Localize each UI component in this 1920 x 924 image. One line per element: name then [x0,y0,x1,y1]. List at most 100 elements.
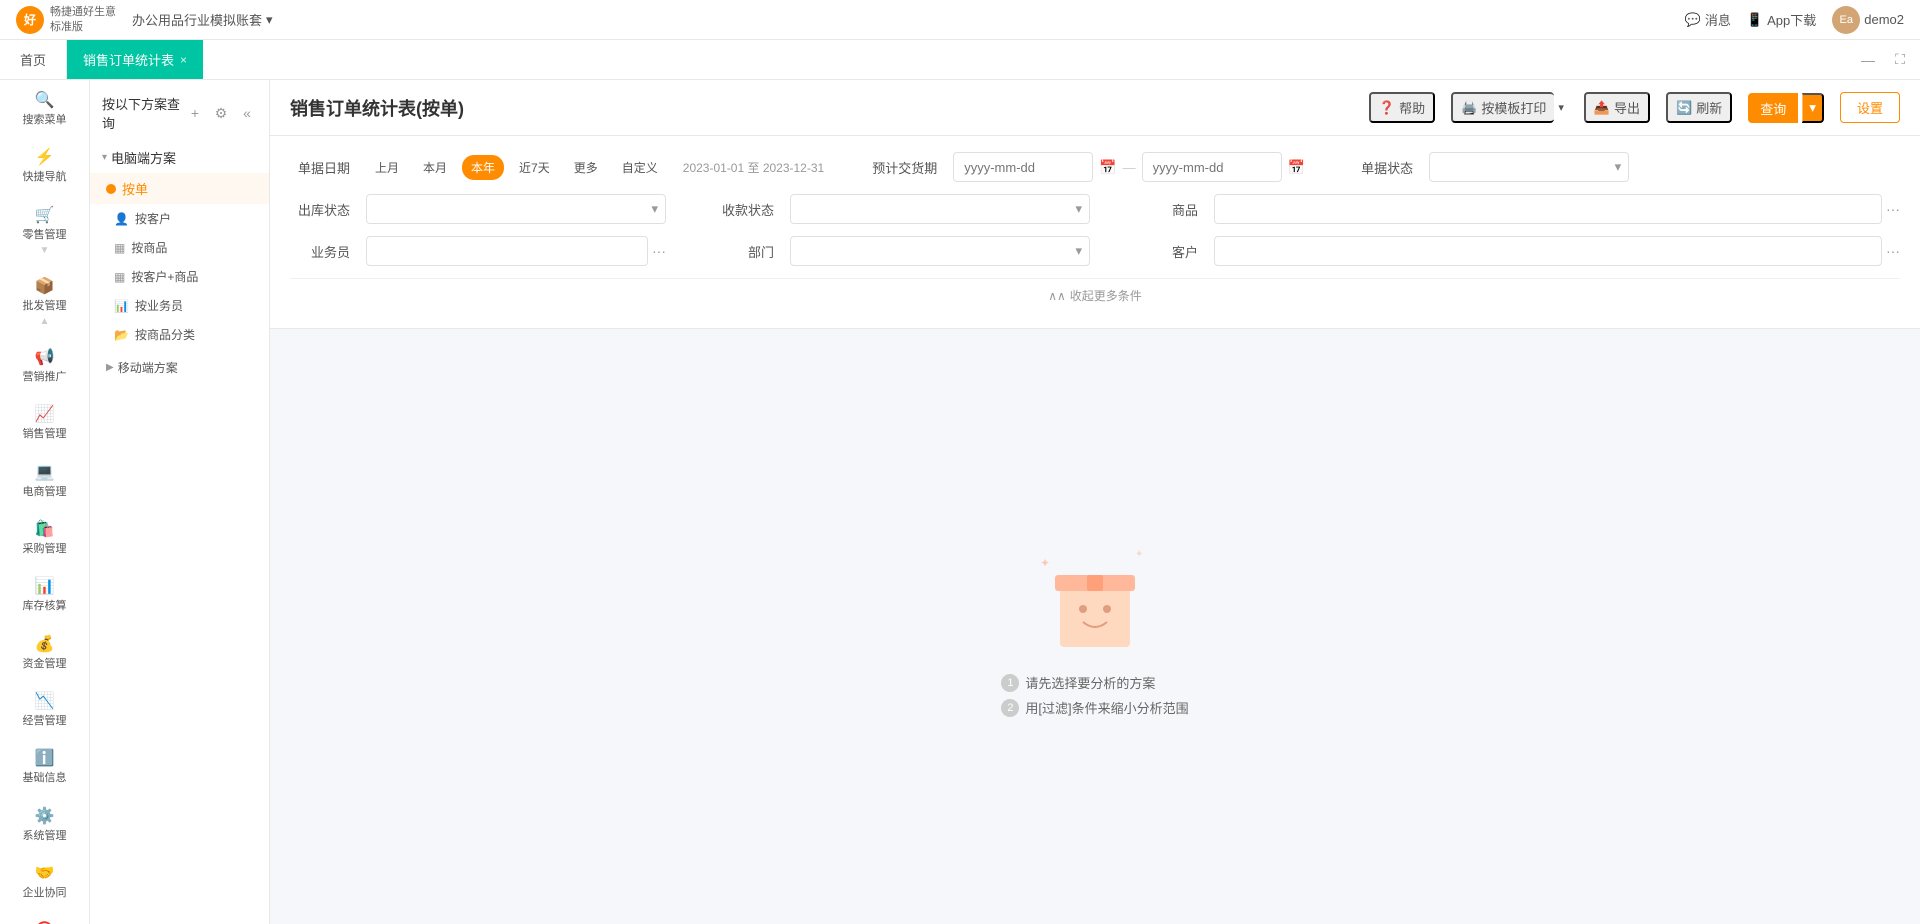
help-icon: ❓ [1379,100,1395,116]
expected-date-end-input[interactable] [1142,152,1282,182]
calendar-end-icon[interactable]: 📅 [1288,159,1305,176]
scheme-item-by-customer-product[interactable]: ▦ 按客户+商品 [90,262,269,291]
ecommerce-icon: 💻 [35,462,55,482]
maximize-icon[interactable]: ⛶ [1888,48,1912,72]
page-header: 销售订单统计表(按单) ❓ 帮助 🖨️ 按模板打印 ▾ [270,80,1920,136]
scheme-item-by-order[interactable]: 按单 [90,173,269,204]
sidebar-item-operations[interactable]: 📉 经营管理 [0,681,89,738]
message-button[interactable]: 💬 消息 [1685,10,1731,29]
scheme-item-by-category[interactable]: 📂 按商品分类 [90,320,269,349]
purchase-icon: 🛍️ [35,519,55,539]
sidebar-item-search-menu[interactable]: 🔍 搜索菜单 [0,80,89,137]
help-button[interactable]: ❓ 帮助 [1369,92,1435,123]
settings-button[interactable]: 设置 [1840,92,1900,123]
tab-bar-right: — ⛶ [1848,40,1920,79]
empty-svg: ✦ ✦ ✦ [1035,537,1155,657]
date-quick-buttons: 上月 本月 本年 近7天 更多 自定义 [366,155,667,180]
sidebar-item-wholesale[interactable]: 📦 批发管理 ▲ [0,266,89,337]
minimize-icon[interactable]: — [1856,48,1880,72]
scheme-item-by-customer[interactable]: 👤 按客户 [90,204,269,233]
avatar: Ea [1832,6,1860,34]
sidebar-item-basic-info[interactable]: ℹ️ 基础信息 [0,738,89,795]
empty-illustration: ✦ ✦ ✦ [1035,537,1155,657]
sidebar-item-finance[interactable]: 💰 资金管理 [0,624,89,681]
payment-status-wrapper [790,194,1090,224]
expected-date-range: 📅 — 📅 [953,152,1305,182]
delivery-status-select[interactable] [366,194,666,224]
page-title-row: 销售订单统计表(按单) ❓ 帮助 🖨️ 按模板打印 ▾ [290,92,1900,123]
tab-home[interactable]: 首页 [0,40,67,79]
user-profile[interactable]: Ea demo2 [1832,6,1904,34]
empty-state: ✦ ✦ ✦ 1 请先选择要分析的方案 2 用[过滤]条件来缩小分析范围 [270,329,1920,924]
export-button[interactable]: 📤 导出 [1584,92,1650,123]
filter-row-2: 出库状态 收款状态 商品 ··· [290,194,1900,224]
query-button[interactable]: 查询 [1748,93,1798,123]
calendar-start-icon[interactable]: 📅 [1099,159,1116,176]
right-main: 销售订单统计表(按单) ❓ 帮助 🖨️ 按模板打印 ▾ [270,80,1920,924]
date-btn-last-7-days[interactable]: 近7天 [510,155,559,180]
date-btn-more[interactable]: 更多 [565,155,607,180]
customer-more-icon[interactable]: ··· [1886,243,1900,259]
pc-scheme-header[interactable]: ▾ 电脑端方案 [90,142,269,173]
scheme-item-by-salesperson[interactable]: 📊 按业务员 [90,291,269,320]
filter-row-1: 单据日期 上月 本月 本年 近7天 更多 自定义 2023-01-01 至 20… [290,152,1900,182]
product-icon: ▦ [114,241,125,255]
page-actions: ❓ 帮助 🖨️ 按模板打印 ▾ 📤 导出 [1369,92,1900,123]
collapse-bar[interactable]: ∧∧ 收起更多条件 [290,278,1900,312]
scheme-settings-button[interactable]: ⚙ [211,103,231,123]
tab-bar: 首页 销售订单统计表 × — ⛶ [0,40,1920,80]
payment-status-select[interactable] [790,194,1090,224]
app-download-button[interactable]: 📱 App下载 [1747,10,1816,29]
print-button-group: 🖨️ 按模板打印 ▾ [1451,92,1568,123]
customer-input[interactable] [1214,236,1882,266]
filter-area: 单据日期 上月 本月 本年 近7天 更多 自定义 2023-01-01 至 20… [270,136,1920,329]
date-btn-this-month[interactable]: 本月 [414,155,456,180]
date-range-text: 2023-01-01 至 2023-12-31 [683,159,824,176]
date-btn-this-year[interactable]: 本年 [462,155,504,180]
delivery-status-wrapper [366,194,666,224]
chevron-down-icon: ▾ [266,12,273,28]
print-button[interactable]: 🖨️ 按模板打印 [1451,92,1554,123]
department-select[interactable] [790,236,1090,266]
marketing-icon: 📢 [35,347,55,367]
date-label: 单据日期 [290,158,350,177]
collapse-panel-button[interactable]: « [237,103,257,123]
close-tab-icon[interactable]: × [180,53,187,67]
scheme-item-by-product[interactable]: ▦ 按商品 [90,233,269,262]
query-dropdown-button[interactable]: ▾ [1802,93,1824,123]
print-icon: 🖨️ [1461,100,1477,116]
logo-area: 好 畅捷通好生意 标准版 [16,5,116,34]
sidebar-item-purchase[interactable]: 🛍️ 采购管理 [0,509,89,566]
date-btn-last-month[interactable]: 上月 [366,155,408,180]
sidebar-item-inventory[interactable]: 📊 库存核算 [0,566,89,623]
expected-date-start-input[interactable] [953,152,1093,182]
inventory-icon: 📊 [35,576,55,596]
tab-sales-order-stats[interactable]: 销售订单统计表 × [67,40,203,79]
collapse-bar-text: ∧∧ 收起更多条件 [1048,287,1142,304]
refresh-button[interactable]: 🔄 刷新 [1666,92,1732,123]
sidebar-item-system[interactable]: ⚙️ 系统管理 [0,796,89,853]
sidebar-item-newcomer[interactable]: 🎯 新手引导 [0,910,89,924]
mobile-scheme-header[interactable]: ▶ 移动端方案 [90,353,269,382]
newcomer-icon: 🎯 [35,920,55,924]
logo-text: 畅捷通好生意 标准版 [50,5,116,34]
add-scheme-button[interactable]: + [185,103,205,123]
svg-text:✦: ✦ [1135,549,1143,560]
sidebar-item-retail[interactable]: 🛒 零售管理 ▼ [0,195,89,266]
customer-input-area: ··· [1214,236,1900,266]
status-select[interactable] [1429,152,1629,182]
sidebar-item-cooperation[interactable]: 🤝 企业协同 [0,853,89,910]
salesperson-more-icon[interactable]: ··· [652,243,666,259]
company-selector[interactable]: 办公用品行业模拟账套 ▾ [124,6,281,33]
sidebar-item-sales[interactable]: 📈 销售管理 [0,394,89,451]
print-dropdown-icon[interactable]: ▾ [1554,99,1568,116]
sidebar-item-ecommerce[interactable]: 💻 电商管理 [0,452,89,509]
product-more-icon[interactable]: ··· [1886,201,1900,217]
sidebar-item-marketing[interactable]: 📢 营销推广 [0,337,89,394]
sidebar-item-quick-nav[interactable]: ⚡ 快捷导航 [0,137,89,194]
salesperson-input[interactable] [366,236,648,266]
product-input[interactable] [1214,194,1882,224]
salesperson-icon: 📊 [114,299,129,313]
active-scheme-dot [106,184,116,194]
date-btn-custom[interactable]: 自定义 [613,155,667,180]
